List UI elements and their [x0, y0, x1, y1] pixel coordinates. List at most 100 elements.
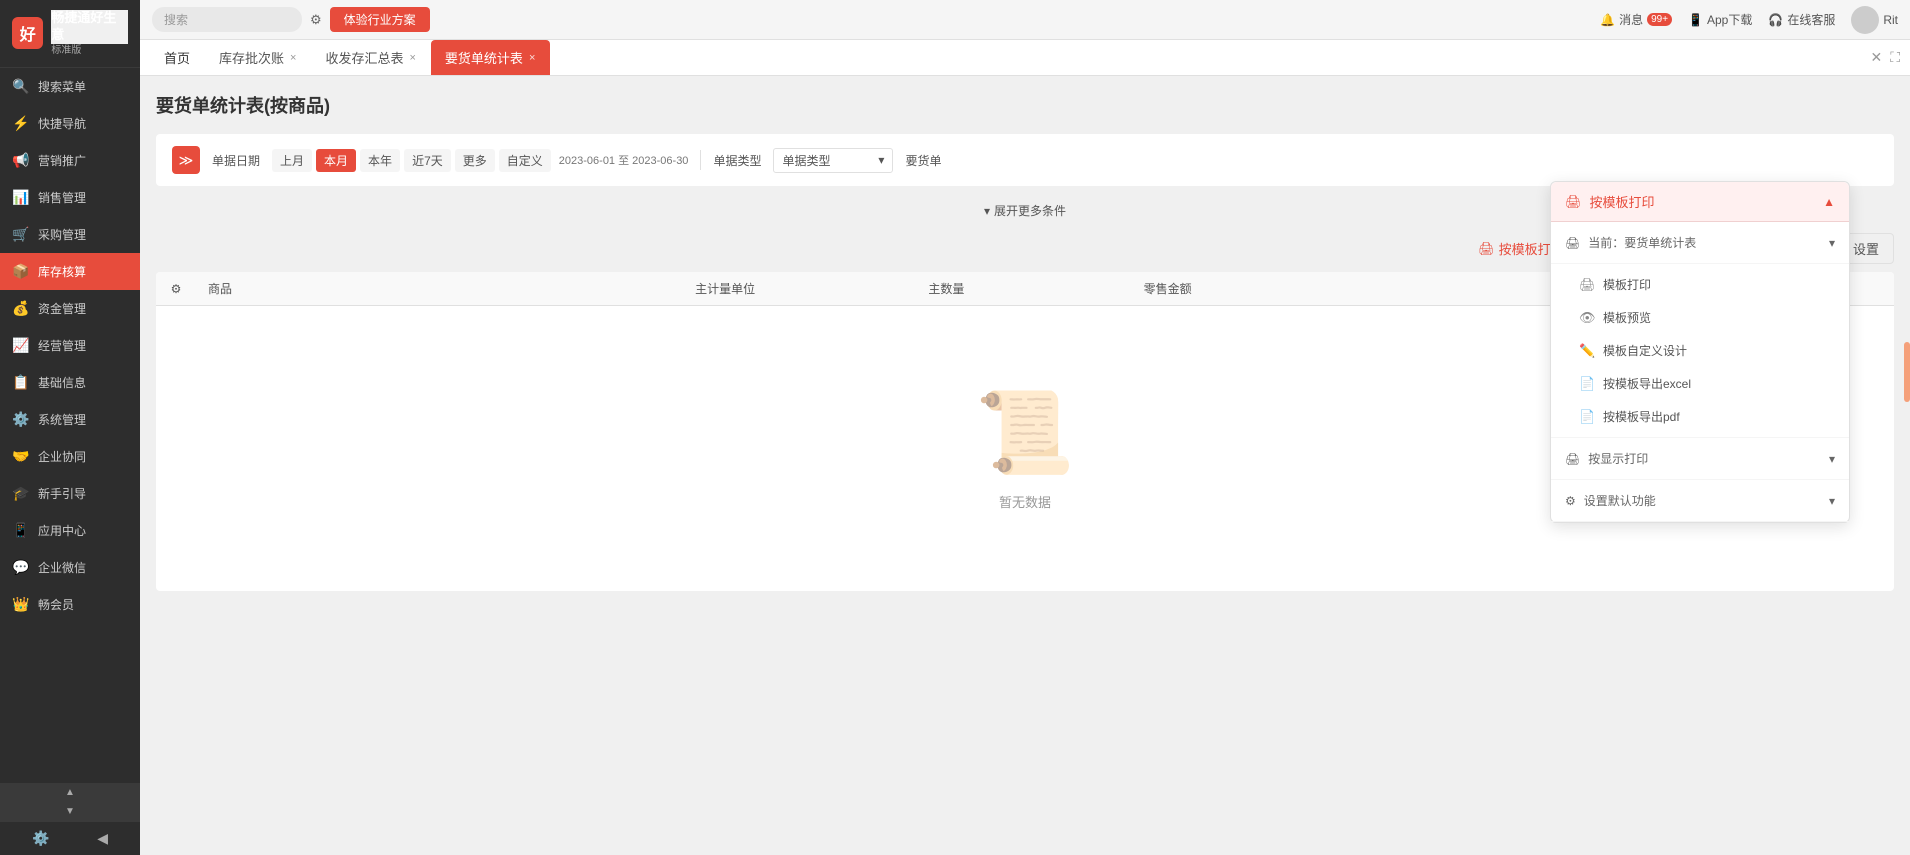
message-bell-icon: 🔔	[1600, 13, 1615, 27]
dropdown-title: 按模板打印	[1590, 192, 1655, 211]
user-avatar-action[interactable]: Rit	[1851, 6, 1898, 34]
order-type-select[interactable]: 单据类型 ▾	[773, 148, 893, 173]
tab-home-label: 首页	[164, 48, 190, 67]
print-icon: 🖨	[1478, 241, 1495, 257]
trial-button[interactable]: 体验行业方案	[330, 7, 430, 32]
dropdown-current-label[interactable]: 🖨 模板打印 当前：要货单统计表 ▾	[1551, 226, 1849, 259]
expand-more-label: 展开更多条件	[994, 202, 1066, 219]
topbar-right: 🔔 消息 99+ 📱 App下载 🎧 在线客服 Rit	[1600, 6, 1898, 34]
online-service-action[interactable]: 🎧 在线客服	[1768, 11, 1835, 28]
tabs-right-controls: ✕ ⛶	[1870, 49, 1900, 66]
sidebar-item-member[interactable]: 👑 畅会员	[0, 586, 140, 623]
app-download-action[interactable]: 📱 App下载	[1688, 11, 1752, 28]
filter-expand-icon[interactable]: ≫	[172, 146, 200, 174]
sidebar-item-finance[interactable]: 💰 资金管理	[0, 290, 140, 327]
sidebar-item-purchase[interactable]: 🛒 采购管理	[0, 216, 140, 253]
tab-batch-account-close[interactable]: ×	[290, 52, 296, 64]
topbar: 搜索 ⚙ 体验行业方案 🔔 消息 99+ 📱 App下载 🎧 在线客服 Rit	[140, 0, 1910, 40]
sidebar-item-collab[interactable]: 🤝 企业协同	[0, 438, 140, 475]
app-center-icon: 📱	[12, 522, 30, 539]
display-print-arrow: ▾	[1829, 452, 1835, 466]
tab-order-stats[interactable]: 要货单统计表 ×	[431, 40, 550, 75]
dropdown-item-template-print[interactable]: 🖨 模板打印	[1551, 268, 1849, 301]
dropdown-item-export-excel[interactable]: 📄 按模板导出excel	[1551, 367, 1849, 400]
sidebar-item-sales[interactable]: 📊 销售管理	[0, 179, 140, 216]
sidebar-item-guide[interactable]: 🎓 新手引导	[0, 475, 140, 512]
sidebar-collapse-btn[interactable]: ◀	[97, 830, 108, 847]
sidebar-scroll-down[interactable]: ▼	[0, 802, 140, 821]
dropdown-collapse-arrow[interactable]: ▲	[1823, 195, 1835, 209]
sidebar-item-quick-nav[interactable]: ⚡ 快捷导航	[0, 105, 140, 142]
order-type-label: 单据类型	[713, 152, 761, 169]
th-unit: 主计量单位	[615, 280, 836, 297]
sidebar-item-search[interactable]: 🔍 搜索菜单	[0, 68, 140, 105]
sidebar-item-label-sales: 销售管理	[38, 189, 86, 206]
set-default-icon: ⚙	[1565, 494, 1576, 508]
messages-action[interactable]: 🔔 消息 99+	[1600, 11, 1672, 28]
purchase-icon: 🛒	[12, 226, 30, 243]
expand-more-btn[interactable]: ▾ 展开更多条件	[968, 198, 1082, 223]
sidebar-item-label-guide: 新手引导	[38, 485, 86, 502]
sidebar-item-label-inventory: 库存核算	[38, 263, 86, 280]
page-title: 要货单统计表(按商品)	[156, 92, 1894, 118]
tab-order-stats-close[interactable]: ×	[529, 52, 535, 64]
dropdown-item-template-preview[interactable]: 👁 模板预览	[1551, 301, 1849, 334]
sidebar-item-marketing[interactable]: 📢 营销推广	[0, 142, 140, 179]
th-settings[interactable]: ⚙	[156, 282, 196, 296]
sidebar-settings-btn[interactable]: ⚙️	[32, 830, 49, 847]
tab-batch-account[interactable]: 库存批次账 ×	[205, 40, 311, 75]
dropdown-set-default-label[interactable]: ⚙ 设置默认功能 ▾	[1551, 484, 1849, 517]
tab-receipt-summary[interactable]: 收发存汇总表 ×	[311, 40, 430, 75]
sidebar-footer: ⚙️ ◀	[0, 821, 140, 855]
tab-batch-account-label: 库存批次账	[219, 48, 284, 67]
messages-label: 消息	[1619, 11, 1643, 28]
date-btn-last-month[interactable]: 上月	[272, 149, 312, 172]
tabs-bar: 首页 库存批次账 × 收发存汇总表 × 要货单统计表 × ✕ ⛶	[140, 40, 1910, 76]
template-print-label: 模板打印	[1603, 276, 1651, 293]
sidebar-item-basic[interactable]: 📋 基础信息	[0, 364, 140, 401]
scrollbar-indicator[interactable]	[1904, 342, 1910, 402]
expand-more-icon: ▾	[984, 204, 990, 218]
tab-order-stats-label: 要货单统计表	[445, 48, 523, 67]
sales-icon: 📊	[12, 189, 30, 206]
sidebar-scroll-up[interactable]: ▲	[0, 783, 140, 802]
app-download-label: App下载	[1707, 11, 1752, 28]
date-btn-more[interactable]: 更多	[455, 149, 495, 172]
current-expand-arrow: ▾	[1829, 236, 1835, 250]
inventory-icon: 📦	[12, 263, 30, 280]
guide-icon: 🎓	[12, 485, 30, 502]
topbar-gear-icon[interactable]: ⚙	[310, 12, 322, 28]
sidebar-item-label-wechat: 企业微信	[38, 559, 86, 576]
sidebar-logo: 好 畅捷通好生意 标准版	[0, 0, 140, 68]
sidebar-item-app-center[interactable]: 📱 应用中心	[0, 512, 140, 549]
dropdown-item-export-pdf[interactable]: 📄 按模板导出pdf	[1551, 400, 1849, 433]
marketing-icon: 📢	[12, 152, 30, 169]
sidebar-item-wechat[interactable]: 💬 企业微信	[0, 549, 140, 586]
tab-receipt-summary-close[interactable]: ×	[409, 52, 415, 64]
sidebar-item-inventory[interactable]: 📦 库存核算	[0, 253, 140, 290]
date-btn-this-month[interactable]: 本月	[316, 149, 356, 172]
wechat-icon: 💬	[12, 559, 30, 576]
sidebar-nav: 🔍 搜索菜单 ⚡ 快捷导航 📢 营销推广 📊 销售管理 🛒 采购管理 📦 库存核…	[0, 68, 140, 783]
member-icon: 👑	[12, 596, 30, 613]
current-template-icon: 🖨	[1565, 236, 1580, 250]
dropdown-item-template-custom[interactable]: ✏️ 模板自定义设计	[1551, 334, 1849, 367]
date-filter-label: 单据日期	[212, 152, 260, 169]
date-btn-custom[interactable]: 自定义	[499, 149, 551, 172]
sidebar-item-system[interactable]: ⚙️ 系统管理	[0, 401, 140, 438]
export-excel-icon: 📄	[1579, 376, 1595, 392]
template-preview-label: 模板预览	[1603, 309, 1651, 326]
tabs-close-all-btn[interactable]: ✕	[1870, 49, 1882, 66]
set-default-arrow: ▾	[1829, 494, 1835, 508]
date-btn-7days[interactable]: 近7天	[404, 149, 451, 172]
dropdown-display-print-label[interactable]: 🖨 按显示打印 ▾	[1551, 442, 1849, 475]
date-btn-this-year[interactable]: 本年	[360, 149, 400, 172]
sidebar-item-label-operation: 经营管理	[38, 337, 86, 354]
tab-receipt-summary-label: 收发存汇总表	[325, 48, 403, 67]
sidebar-item-operation[interactable]: 📈 经营管理	[0, 327, 140, 364]
tab-home[interactable]: 首页	[150, 40, 205, 75]
dropdown-template-section: 🖨 模板打印 👁 模板预览 ✏️ 模板自定义设计 📄 按模板导出excel 📄	[1551, 264, 1849, 438]
tabs-expand-btn[interactable]: ⛶	[1890, 49, 1900, 66]
topbar-search-bar[interactable]: 搜索	[152, 7, 302, 32]
th-qty: 主数量	[836, 280, 1057, 297]
